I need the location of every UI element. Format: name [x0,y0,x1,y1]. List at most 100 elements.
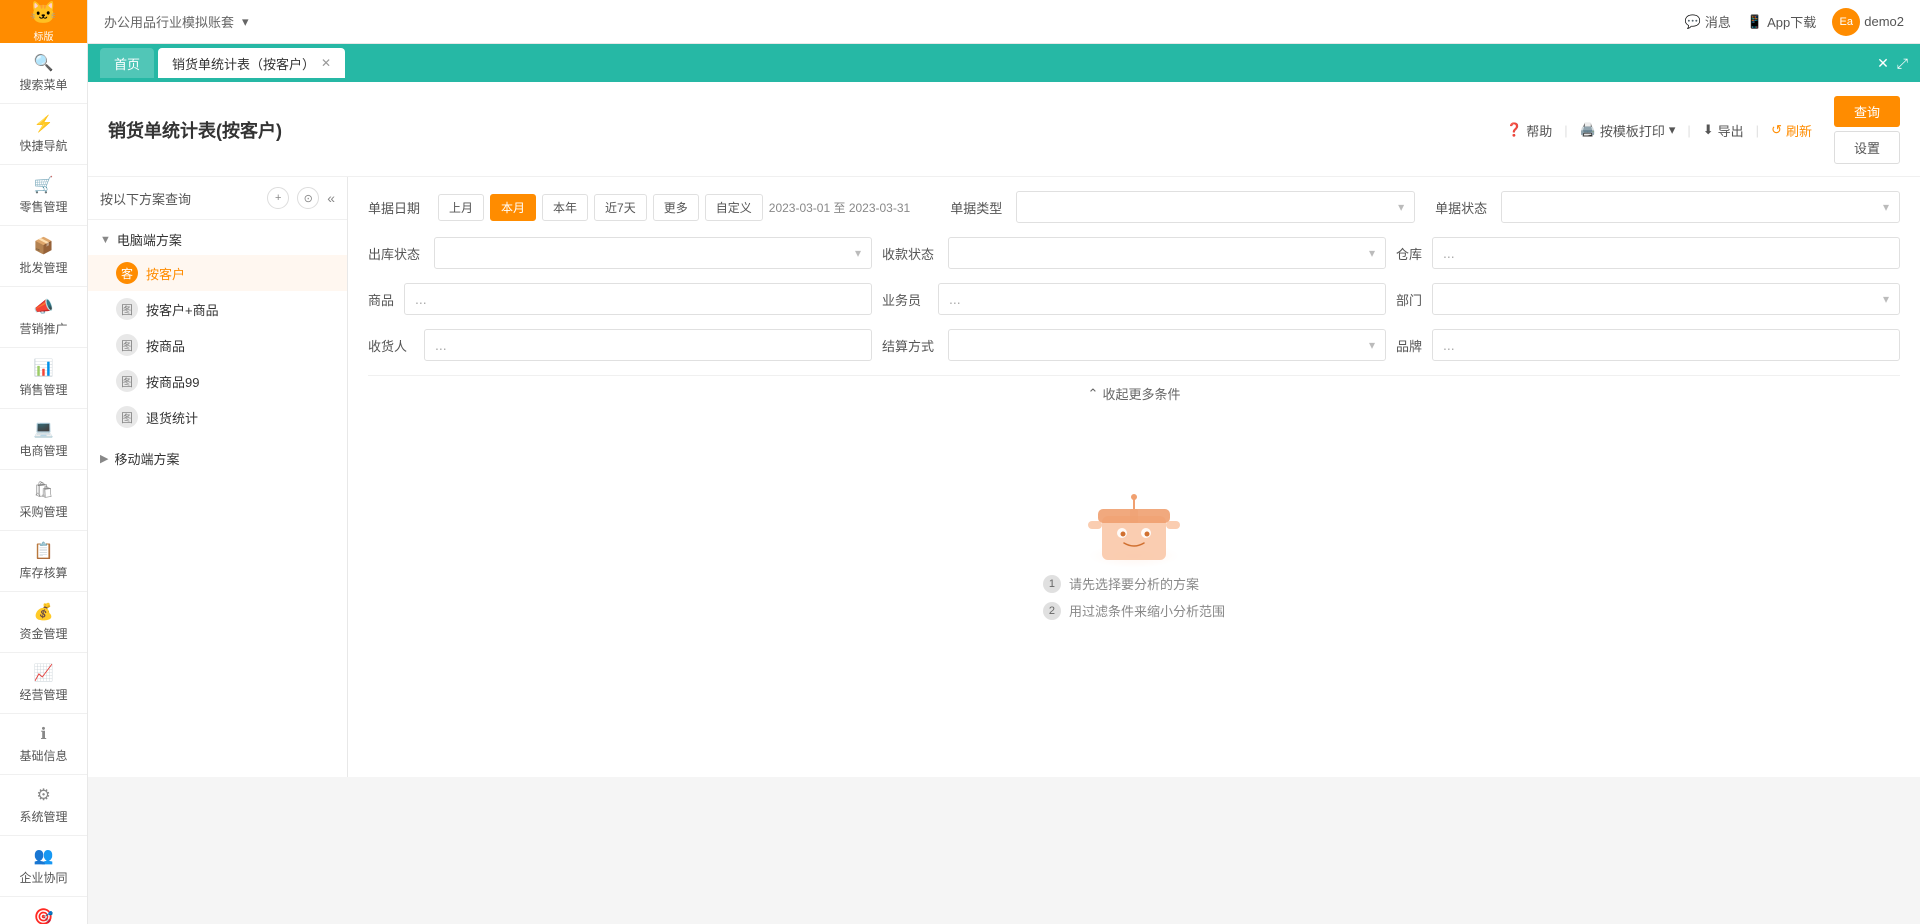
divider2: | [1687,123,1690,138]
order-status-arrow-icon: ▾ [1883,200,1889,214]
order-type-select[interactable]: ▾ [1016,191,1415,223]
print-label: 按模板打印 [1600,121,1665,140]
print-icon: 🖨️ [1580,122,1596,138]
recipient-input[interactable]: ... [424,329,872,361]
app-download-label: App下载 [1767,12,1816,31]
warehouse-input[interactable]: ... [1432,237,1900,269]
sidebar-item-6[interactable]: 💻电商管理 [0,409,88,470]
scheme-header-title: 按以下方案查询 [100,189,259,208]
page-header: 销货单统计表(按客户) ❓ 帮助 | 🖨️ 按模板打印 ▾ | ⬇ [88,82,1920,177]
filter-row-2: 出库状态 ▾ 收款状态 ▾ [368,237,1900,269]
message-button[interactable]: 💬 消息 [1685,12,1731,31]
out-status-arrow-icon: ▾ [855,246,861,260]
product-scheme-icon: 图 [116,334,138,356]
settle-select[interactable]: ▾ [948,329,1386,361]
sidebar-item-label-4: 营销推广 [19,320,67,337]
collect-status-arrow-icon: ▾ [1369,246,1375,260]
date-btn-current-month[interactable]: 本月 [490,194,536,221]
refresh-button[interactable]: ↺ 刷新 [1771,121,1812,140]
sidebar-item-2[interactable]: 🛒零售管理 [0,165,88,226]
export-button[interactable]: ⬇ 导出 [1703,121,1744,140]
sidebar-item-13[interactable]: 👥企业协同 [0,836,88,897]
dept-select[interactable]: ▾ [1432,283,1900,315]
tab-close-icon[interactable]: ✕ [321,56,331,70]
sidebar-item-5[interactable]: 📊销售管理 [0,348,88,409]
sidebar-item-12[interactable]: ⚙系统管理 [0,775,88,836]
query-button[interactable]: 查询 [1834,96,1900,127]
add-scheme-button[interactable]: + [267,187,289,209]
product99-scheme-icon: 图 [116,370,138,392]
collect-status-select[interactable]: ▾ [948,237,1386,269]
tab-home[interactable]: 首页 [100,48,154,78]
scheme-group-mobile-label: 移动端方案 [114,449,179,468]
settings-button[interactable]: 设置 [1834,131,1900,164]
collapse-more-button[interactable]: ⌃ 收起更多条件 [368,375,1900,411]
date-filter-label: 单据日期 [368,198,438,217]
export-label: 导出 [1718,121,1744,140]
chevron-down-icon: ▼ [100,234,111,246]
edit-scheme-button[interactable]: ⊙ [297,187,319,209]
sidebar-item-4[interactable]: 📣营销推广 [0,287,88,348]
scheme-group-desktop-header[interactable]: ▼ 电脑端方案 [88,224,347,255]
brand-input[interactable]: ... [1432,329,1900,361]
page-title: 销货单统计表(按客户) [108,117,282,143]
maximize-window-icon[interactable]: ⤢ [1897,55,1908,72]
header-right: 💬 消息 📱 App下载 Ea demo2 [1685,8,1904,36]
scheme-item-product99[interactable]: 图 按商品99 [88,363,347,399]
sidebar-item-3[interactable]: 📦批发管理 [0,226,88,287]
scheme-group-mobile-header[interactable]: ▶ 移动端方案 [88,443,347,474]
sidebar-item-1[interactable]: ⚡快捷导航 [0,104,88,165]
scheme-item-customer-product[interactable]: 图 按客户+商品 [88,291,347,327]
filter-row-4: 收货人 ... 结算方式 ▾ [368,329,1900,361]
collapse-panel-button[interactable]: « [327,190,335,206]
date-btn-prev-month[interactable]: 上月 [438,194,484,221]
top-header: 办公用品行业模拟账套 ▾ 💬 消息 📱 App下载 Ea demo2 [88,0,1920,44]
product-input[interactable]: ... [404,283,872,315]
user-profile-button[interactable]: Ea demo2 [1832,8,1904,36]
sidebar-item-10[interactable]: 📈经营管理 [0,653,88,714]
logo-icon: 🐱 [30,0,57,26]
sidebar-item-11[interactable]: ℹ基础信息 [0,714,88,775]
sidebar-item-label-12: 系统管理 [19,808,67,825]
date-btn-custom[interactable]: 自定义 [705,194,763,221]
sidebar-item-7[interactable]: 🛍采购管理 [0,470,88,531]
scheme-item-return[interactable]: 图 退货统计 [88,399,347,435]
date-btn-current-year[interactable]: 本年 [542,194,588,221]
sidebar-item-label-6: 电商管理 [19,442,67,459]
sidebar-item-icon-8: 📋 [34,541,54,561]
content-inner: 销货单统计表(按客户) ❓ 帮助 | 🖨️ 按模板打印 ▾ | ⬇ [88,82,1920,777]
sidebar-item-icon-0: 🔍 [34,53,54,73]
divider3: | [1756,123,1759,138]
sidebar-item-8[interactable]: 📋库存核算 [0,531,88,592]
tab-sales-stat[interactable]: 销货单统计表（按客户） ✕ [158,48,345,78]
empty-tips: 1 请先选择要分析的方案 2 用过滤条件来缩小分析范围 [1043,574,1225,620]
user-initials: Ea [1840,16,1853,28]
filter-row-date: 单据日期 上月 本月 本年 近7天 更多 自定义 2023-03-01 至 20… [368,191,1900,223]
sidebar-item-9[interactable]: 💰资金管理 [0,592,88,653]
breadcrumb-text: 办公用品行业模拟账套 [104,12,234,31]
app-download-button[interactable]: 📱 App下载 [1747,12,1816,31]
refresh-icon: ↺ [1771,122,1782,138]
help-button[interactable]: ❓ 帮助 [1506,121,1552,140]
sidebar-item-icon-3: 📦 [34,236,54,256]
recipient-dots: ... [435,337,447,353]
scheme-item-product[interactable]: 图 按商品 [88,327,347,363]
tab-sales-stat-label: 销货单统计表（按客户） [172,54,315,73]
date-btn-more[interactable]: 更多 [653,194,699,221]
filter-row-3: 商品 ... 业务员 ... 部门 [368,283,1900,315]
out-status-select[interactable]: ▾ [434,237,872,269]
scheme-group-mobile: ▶ 移动端方案 [88,439,347,478]
sidebar-item-0[interactable]: 🔍搜索菜单 [0,43,88,104]
close-window-icon[interactable]: ✕ [1877,55,1889,72]
order-status-select[interactable]: ▾ [1501,191,1900,223]
sidebar-item-icon-7: 🛍 [33,480,53,500]
app-logo[interactable]: 🐱 标版 [0,0,88,43]
sidebar-item-14[interactable]: 🎯新手引导 [0,897,88,924]
date-btn-7days[interactable]: 近7天 [594,194,647,221]
salesperson-input[interactable]: ... [938,283,1386,315]
scheme-item-customer[interactable]: 客 按客户 [88,255,347,291]
help-label: 帮助 [1526,121,1552,140]
sidebar-item-label-11: 基础信息 [19,747,67,764]
print-button[interactable]: 🖨️ 按模板打印 ▾ [1580,121,1676,140]
brand-label: 品牌 [1396,336,1426,355]
